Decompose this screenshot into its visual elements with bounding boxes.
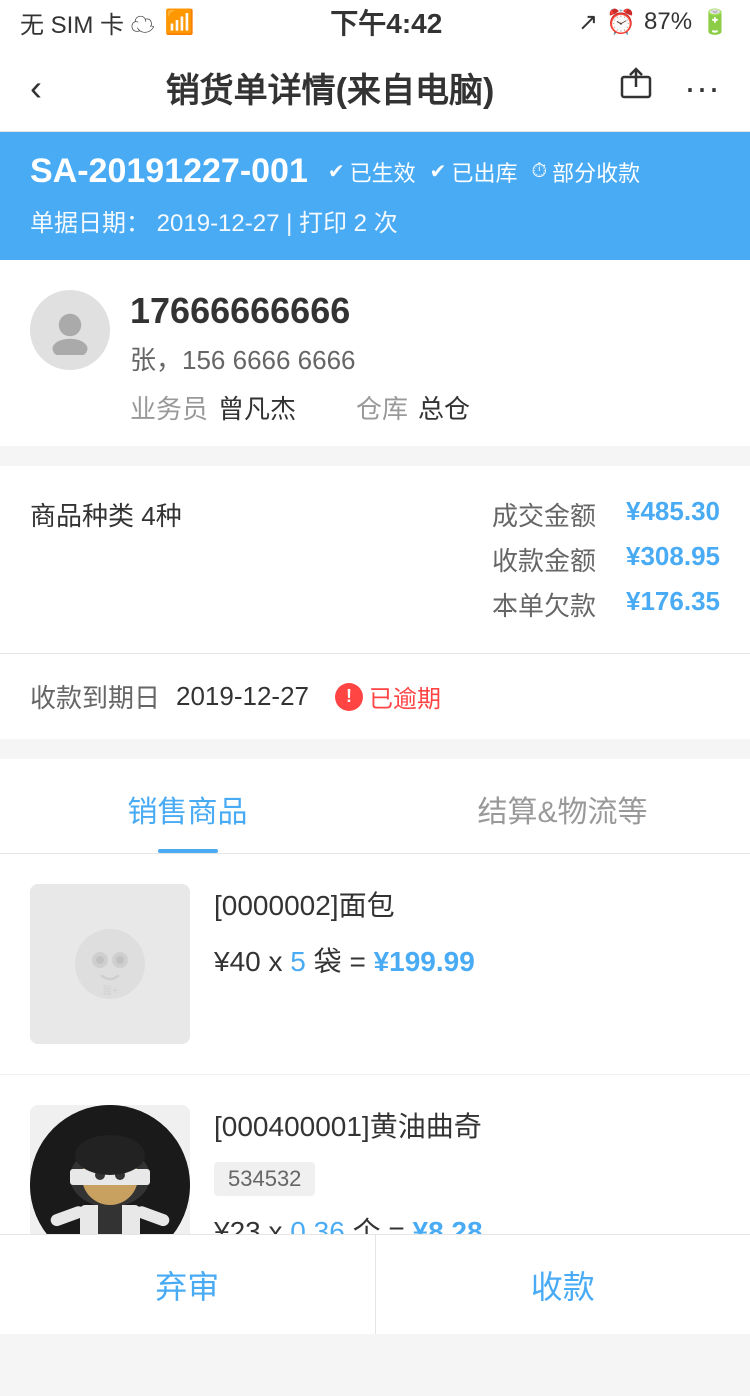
- divider-1: [0, 446, 750, 466]
- summary-right: 成交金额 ¥485.30 收款金额 ¥308.95 本单欠款 ¥176.35: [492, 496, 720, 623]
- qty-1: 5: [290, 946, 306, 977]
- customer-info: 17666666666 张，156 6666 6666 业务员 曾凡杰 仓库 总…: [130, 290, 720, 426]
- product-name-1: [0000002]面包: [214, 884, 720, 924]
- customer-section: 17666666666 张，156 6666 6666 业务员 曾凡杰 仓库 总…: [0, 260, 750, 446]
- svg-text:昱+: 昱+: [102, 985, 118, 997]
- debt-label: 本单欠款: [492, 586, 596, 623]
- product-name-2: [000400001]黄油曲奇: [214, 1105, 720, 1145]
- warehouse-item: 仓库 总仓: [356, 389, 470, 426]
- share-icon[interactable]: [618, 65, 654, 110]
- amount-row: 成交金额 ¥485.30: [492, 496, 720, 533]
- due-section: 收款到期日 2019-12-27 ! 已逾期: [0, 654, 750, 739]
- salesperson-item: 业务员 曾凡杰: [130, 389, 296, 426]
- divider-2: [0, 739, 750, 759]
- product-thumb-1: 昱+: [30, 884, 190, 1044]
- overdue-text: 已逾期: [369, 679, 441, 714]
- total-1: ¥199.99: [374, 946, 475, 977]
- battery-icon: 🔋: [700, 8, 730, 37]
- back-button[interactable]: ‹: [30, 67, 42, 109]
- avatar: [30, 290, 110, 370]
- customer-name: 17666666666: [130, 290, 720, 332]
- nav-actions: ···: [618, 65, 720, 110]
- price-base-1: ¥40: [214, 946, 261, 977]
- product-type-value: 4种: [141, 501, 181, 531]
- order-date: 2019-12-27: [157, 210, 280, 237]
- status-right: ↗ ⏰ 87% 🔋: [578, 8, 730, 37]
- due-label: 收款到期日: [30, 678, 160, 715]
- amount-value: ¥485.30: [626, 496, 720, 533]
- summary-section: 商品种类 4种 成交金额 ¥485.30 收款金额 ¥308.95 本单欠款 ¥…: [0, 466, 750, 653]
- debt-value: ¥176.35: [626, 586, 720, 623]
- badge-shipped: ✔ 已出库: [430, 156, 518, 188]
- status-bar: 无 SIM 卡 ☁ 📶 下午4:42 ↗ ⏰ 87% 🔋: [0, 0, 750, 44]
- warehouse-label: 仓库: [356, 389, 408, 426]
- salesperson-label: 业务员: [130, 389, 208, 426]
- alarm-icon: ⏰: [606, 8, 636, 37]
- order-id: SA-20191227-001: [30, 152, 308, 191]
- product-details-1: [0000002]面包 ¥40 x 5 袋 = ¥199.99: [214, 884, 720, 1044]
- order-header: SA-20191227-001 ✔ 已生效 ✔ 已出库 ⏱ 部分收款 单据日期：…: [0, 132, 750, 260]
- product-item-1: 昱+ [0000002]面包 ¥40 x 5 袋 = ¥199.99: [0, 854, 750, 1075]
- badge-partial: ⏱ 部分收款: [531, 156, 640, 188]
- salesperson-value: 曾凡杰: [218, 389, 296, 426]
- order-date-info: 单据日期： 2019-12-27 | 打印 2 次: [30, 203, 720, 238]
- location-icon: ↗: [578, 8, 598, 37]
- page-title: 销货单详情(来自电脑): [166, 63, 495, 112]
- more-icon[interactable]: ···: [684, 67, 720, 109]
- status-time: 下午4:42: [330, 2, 442, 42]
- tabs: 销售商品 结算&物流等: [0, 759, 750, 854]
- amount-label: 成交金额: [492, 496, 596, 533]
- overdue-badge: ! 已逾期: [335, 679, 441, 714]
- status-badges: ✔ 已生效 ✔ 已出库 ⏱ 部分收款: [328, 156, 640, 188]
- wifi-icon: 📶: [165, 8, 195, 37]
- sim-label: 无 SIM 卡 ☁: [20, 5, 155, 40]
- battery-label: 87%: [644, 8, 692, 36]
- warehouse-value: 总仓: [418, 389, 470, 426]
- product-type-label: 商品种类: [30, 501, 134, 531]
- customer-phone: 张，156 6666 6666: [130, 340, 720, 377]
- tab-settlement[interactable]: 结算&物流等: [375, 759, 750, 853]
- received-value: ¥308.95: [626, 541, 720, 578]
- received-label: 收款金额: [492, 541, 596, 578]
- tab-products[interactable]: 销售商品: [0, 759, 375, 853]
- product-type-row: 商品种类 4种: [30, 496, 182, 533]
- due-date: 2019-12-27: [176, 681, 309, 712]
- debt-row: 本单欠款 ¥176.35: [492, 586, 720, 623]
- cancel-button[interactable]: 弃审: [0, 1235, 376, 1334]
- product-placeholder-1: 昱+: [30, 884, 190, 1044]
- overdue-icon: !: [335, 683, 363, 711]
- customer-meta: 业务员 曾凡杰 仓库 总仓: [130, 389, 720, 426]
- date-label: 单据日期：: [30, 210, 150, 237]
- product-sku-2: 534532: [214, 1162, 315, 1196]
- summary-left: 商品种类 4种: [30, 496, 182, 623]
- product-list: 昱+ [0000002]面包 ¥40 x 5 袋 = ¥199.99: [0, 854, 750, 1296]
- received-row: 收款金额 ¥308.95: [492, 541, 720, 578]
- bottom-bar: 弃审 收款: [0, 1234, 750, 1334]
- confirm-button[interactable]: 收款: [376, 1235, 750, 1334]
- product-price-1: ¥40 x 5 袋 = ¥199.99: [214, 940, 720, 980]
- nav-bar: ‹ 销货单详情(来自电脑) ···: [0, 44, 750, 132]
- badge-effective: ✔ 已生效: [328, 156, 416, 188]
- status-left: 无 SIM 卡 ☁ 📶: [20, 5, 195, 40]
- print-info: | 打印 2 次: [286, 210, 398, 237]
